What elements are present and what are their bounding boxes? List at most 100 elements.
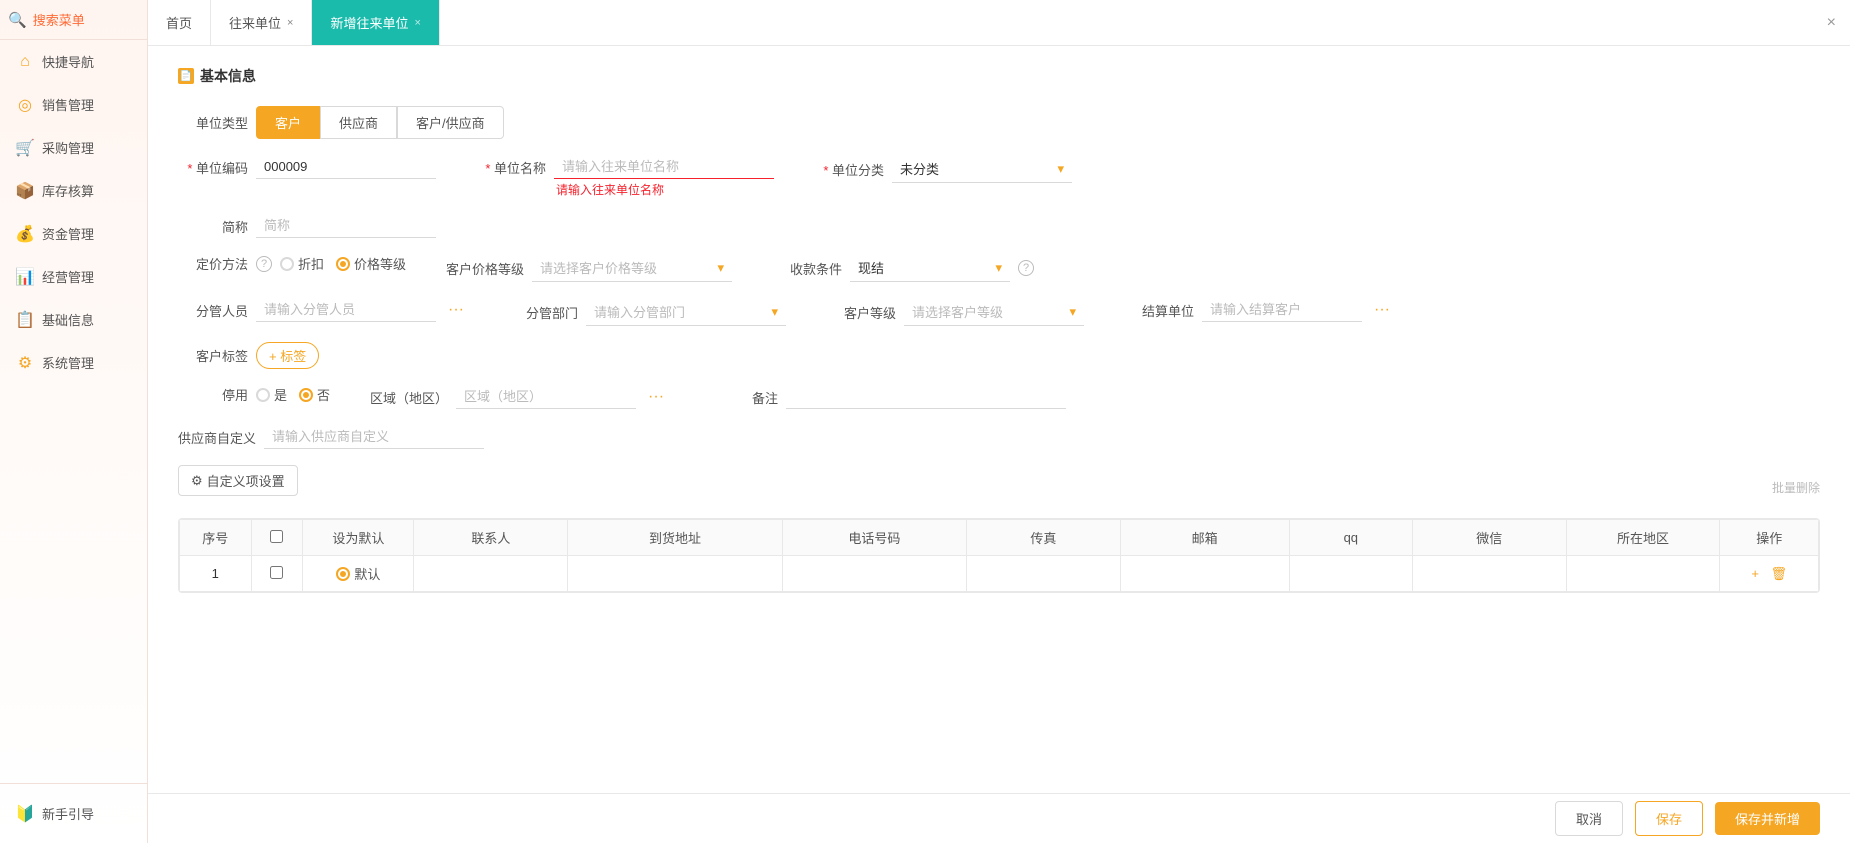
save-new-button[interactable]: 保存并新增 (1715, 802, 1820, 835)
col-contact: 联系人 (414, 520, 568, 556)
department-select[interactable]: 请输入分管部门 ▾ (586, 298, 786, 326)
sidebar-search[interactable]: 🔍 搜索菜单 (0, 0, 147, 40)
pricing-help-icon[interactable]: ? (256, 256, 272, 272)
tab-new-partner[interactable]: 新增往来单位 × (312, 0, 439, 45)
unit-code-input[interactable] (256, 155, 436, 179)
add-row-btn[interactable]: + (1747, 566, 1763, 581)
sales-icon: ◎ (16, 96, 34, 114)
row-wechat (1412, 556, 1566, 592)
sidebar-item-purchase[interactable]: 🛒 采购管理 (0, 126, 147, 169)
col-wechat: 微信 (1412, 520, 1566, 556)
main-area: 首页 往来单位 × 新增往来单位 × × 📄 基本信息 单位类型 客户 供应商 (148, 0, 1850, 843)
region-input[interactable] (456, 385, 636, 409)
tab-partners[interactable]: 往来单位 × (211, 0, 312, 45)
unit-type-btn-group: 客户 供应商 客户/供应商 (256, 106, 504, 139)
col-default: 设为默认 (303, 520, 414, 556)
sidebar-item-label: 资金管理 (42, 224, 94, 243)
customer-level-label: 客户等级 (826, 303, 896, 322)
unit-category-value: 未分类 (900, 159, 939, 178)
pricing-discount-radio[interactable]: 折扣 (280, 254, 324, 273)
email-input[interactable] (1160, 566, 1250, 581)
sidebar-item-label: 快捷导航 (42, 52, 94, 71)
sidebar-item-finance[interactable]: 💰 资金管理 (0, 212, 147, 255)
tab-partners-close[interactable]: × (287, 17, 293, 29)
table-region-input[interactable] (1603, 566, 1683, 581)
code-name-category-row: 单位编码 单位名称 请输入往来单位名称 单位分类 未分类 ▾ (178, 155, 1820, 198)
section-title-text: 基本信息 (200, 66, 256, 86)
remark-input[interactable] (786, 385, 1066, 409)
sidebar-item-basics[interactable]: 📋 基础信息 (0, 298, 147, 341)
address-input[interactable] (615, 566, 735, 581)
row-address (568, 556, 783, 592)
yes-label: 是 (274, 385, 287, 404)
sidebar-item-inventory[interactable]: 📦 库存核算 (0, 169, 147, 212)
supplier-custom-input[interactable] (264, 425, 484, 449)
disabled-no-radio[interactable]: 否 (299, 385, 330, 404)
manager-dots-btn[interactable]: ··· (444, 301, 468, 319)
add-tag-btn[interactable]: + 标签 (256, 342, 319, 369)
supplier-custom-label: 供应商自定义 (178, 428, 256, 447)
sidebar-item-sales[interactable]: ◎ 销售管理 (0, 83, 147, 126)
unit-category-label: 单位分类 (814, 160, 884, 179)
settlement-unit-input[interactable] (1202, 298, 1362, 322)
col-region: 所在地区 (1566, 520, 1720, 556)
unit-name-input[interactable] (554, 155, 774, 179)
row-checkbox[interactable] (270, 566, 283, 579)
save-button[interactable]: 保存 (1635, 801, 1703, 836)
sidebar-item-label: 经营管理 (42, 267, 94, 286)
contact-table: 序号 设为默认 联系人 到货地址 电话号码 传真 邮箱 qq 微信 所在地区 操… (179, 519, 1819, 592)
row-fax (966, 556, 1120, 592)
chevron-down-icon: ▾ (1057, 161, 1064, 177)
shortname-input[interactable] (256, 214, 436, 238)
unit-category-field: 单位分类 未分类 ▾ (814, 155, 1072, 183)
system-icon: ⚙ (16, 354, 34, 372)
sidebar: 🔍 搜索菜单 ⌂ 快捷导航 ◎ 销售管理 🛒 采购管理 📦 库存核算 💰 资金管… (0, 0, 148, 843)
region-field: 区域（地区） ··· (370, 385, 668, 409)
tab-new-partner-close[interactable]: × (414, 17, 420, 29)
delete-row-btn[interactable]: 🗑 (1767, 566, 1792, 581)
wechat-input[interactable] (1449, 566, 1529, 581)
sidebar-item-system[interactable]: ⚙ 系统管理 (0, 341, 147, 384)
sidebar-item-label: 销售管理 (42, 95, 94, 114)
tab-home-label: 首页 (166, 13, 192, 32)
phone-input[interactable] (824, 566, 924, 581)
tabbar-close-all[interactable]: × (1813, 0, 1850, 45)
unit-type-both-btn[interactable]: 客户/供应商 (397, 106, 504, 139)
sidebar-item-quick-nav[interactable]: ⌂ 快捷导航 (0, 40, 147, 83)
sidebar-item-guide[interactable]: 🔰 新手引导 (0, 792, 147, 835)
cancel-button[interactable]: 取消 (1555, 801, 1623, 836)
payment-help-icon[interactable]: ? (1018, 260, 1034, 276)
customer-level-select[interactable]: 请选择客户等级 ▾ (904, 298, 1084, 326)
payment-terms-select[interactable]: 现结 ▾ (850, 254, 1010, 282)
customer-price-level-select[interactable]: 请选择客户价格等级 ▾ (532, 254, 732, 282)
inventory-icon: 📦 (16, 182, 34, 200)
pricing-level-radio[interactable]: 价格等级 (336, 254, 406, 273)
remark-label: 备注 (708, 388, 778, 407)
row-index: 1 (180, 556, 252, 592)
qq-input[interactable] (1321, 566, 1381, 581)
customer-price-level-field: 客户价格等级 请选择客户价格等级 ▾ (446, 254, 732, 282)
disabled-yes-radio[interactable]: 是 (256, 385, 287, 404)
home-icon: ⌂ (16, 53, 34, 71)
row-default-radio[interactable]: 默认 (313, 564, 403, 583)
add-tag-label: + 标签 (269, 346, 306, 365)
row-qq (1289, 556, 1412, 592)
select-all-checkbox[interactable] (270, 530, 283, 543)
yes-radio-circle (256, 388, 270, 402)
fax-input[interactable] (1003, 566, 1083, 581)
manager-input[interactable] (256, 298, 436, 322)
unit-type-supplier-btn[interactable]: 供应商 (320, 106, 397, 139)
form-footer: 取消 保存 保存并新增 (148, 793, 1850, 843)
section-icon: 📄 (178, 68, 194, 84)
chevron-down-icon-2: ▾ (718, 260, 725, 276)
batch-delete-btn[interactable]: 批量删除 (1772, 479, 1820, 496)
region-dots-btn[interactable]: ··· (644, 388, 668, 406)
unit-type-customer-btn[interactable]: 客户 (256, 106, 320, 139)
custom-settings-btn[interactable]: ⚙ 自定义项设置 (178, 465, 298, 496)
unit-category-select[interactable]: 未分类 ▾ (892, 155, 1072, 183)
settlement-dots-btn[interactable]: ··· (1370, 301, 1394, 319)
row-default-cell: 默认 (303, 556, 414, 592)
tab-home[interactable]: 首页 (148, 0, 211, 45)
contact-input[interactable] (451, 566, 531, 581)
sidebar-item-operations[interactable]: 📊 经营管理 (0, 255, 147, 298)
